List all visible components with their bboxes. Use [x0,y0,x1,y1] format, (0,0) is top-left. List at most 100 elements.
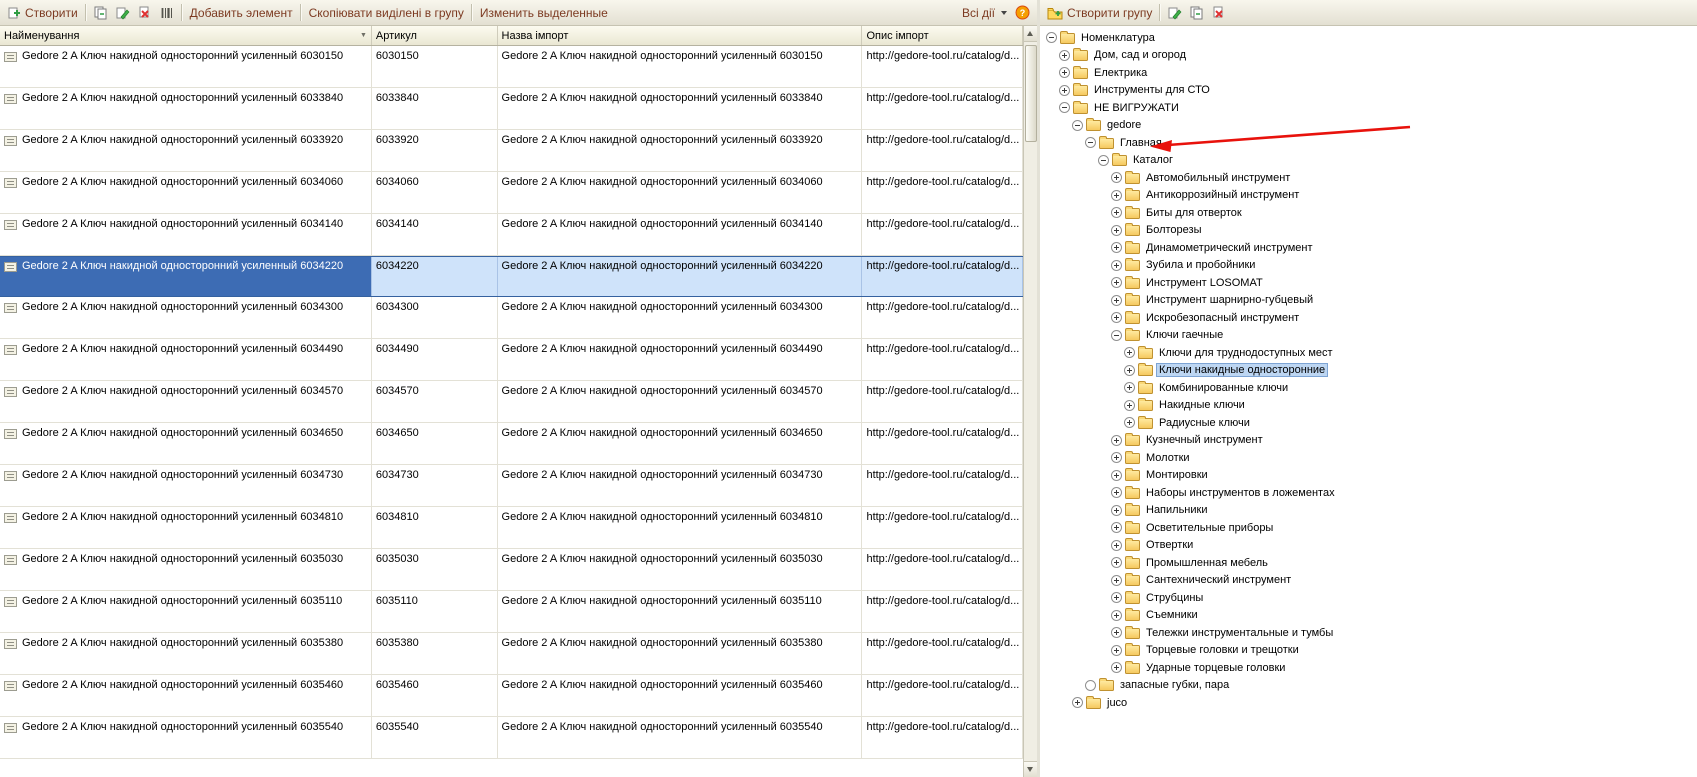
cell-import-desc[interactable]: http://gedore-tool.ru/catalog/d... [862,381,1023,422]
collapse-icon[interactable] [1072,119,1083,131]
cell-import-name[interactable]: Gedore 2 A Ключ накидной односторонний у… [498,46,863,87]
table-row[interactable]: Gedore 2 A Ключ накидной односторонний у… [0,591,1023,633]
edit-group-button[interactable] [1164,4,1186,22]
cell-import-desc[interactable]: http://gedore-tool.ru/catalog/d... [862,633,1023,674]
cell-import-name[interactable]: Gedore 2 A Ключ накидной односторонний у… [498,423,863,464]
expand-icon[interactable] [1111,259,1122,271]
table-row[interactable]: Gedore 2 A Ключ накидной односторонний у… [0,675,1023,717]
table-row[interactable]: Gedore 2 A Ключ накидной односторонний у… [0,130,1023,172]
tree-item[interactable]: Накидные ключи [1040,397,1697,415]
tree-item[interactable]: Инструмент шарнирно-губцевый [1040,292,1697,310]
cell-article[interactable]: 6033920 [372,130,498,171]
expand-icon[interactable] [1111,172,1122,184]
expand-icon[interactable] [1111,487,1122,499]
cell-article[interactable]: 6033840 [372,88,498,129]
tree-item[interactable]: Наборы инструментов в ложементах [1040,484,1697,502]
cell-name[interactable]: Gedore 2 A Ключ накидной односторонний у… [0,507,372,548]
tree-item[interactable]: Ключи гаечные [1040,327,1697,345]
cell-article[interactable]: 6034140 [372,214,498,255]
expand-icon[interactable] [1111,224,1122,236]
cell-import-name[interactable]: Gedore 2 A Ключ накидной односторонний у… [498,717,863,758]
cell-name[interactable]: Gedore 2 A Ключ накидной односторонний у… [0,297,372,338]
collapse-icon[interactable] [1085,137,1096,149]
create-group-button[interactable]: Створити групу [1043,4,1156,22]
cell-import-name[interactable]: Gedore 2 A Ключ накидной односторонний у… [498,675,863,716]
cell-import-desc[interactable]: http://gedore-tool.ru/catalog/d... [862,591,1023,632]
cell-name[interactable]: Gedore 2 A Ключ накидной односторонний у… [0,633,372,674]
tree-item[interactable]: gedore [1040,117,1697,135]
tree-item[interactable]: Динамометрический инструмент [1040,239,1697,257]
tree-item[interactable]: Инструмент LOSOMAT [1040,274,1697,292]
table-row[interactable]: Gedore 2 A Ключ накидной односторонний у… [0,381,1023,423]
cell-import-desc[interactable]: http://gedore-tool.ru/catalog/d... [862,257,1023,296]
tree-item[interactable]: Антикоррозийный инструмент [1040,187,1697,205]
cell-name[interactable]: Gedore 2 A Ключ накидной односторонний у… [0,675,372,716]
tree-item[interactable]: Номенклатура [1040,29,1697,47]
expand-icon[interactable] [1111,539,1122,551]
column-header[interactable]: Артикул [372,26,498,45]
tree-item[interactable]: Промышленная мебель [1040,554,1697,572]
cell-import-desc[interactable]: http://gedore-tool.ru/catalog/d... [862,507,1023,548]
cell-name[interactable]: Gedore 2 A Ключ накидной односторонний у… [0,257,372,296]
collapse-icon[interactable] [1111,329,1122,341]
expand-icon[interactable] [1111,469,1122,481]
delete-group-button[interactable] [1208,4,1230,22]
expand-icon[interactable] [1111,207,1122,219]
tree-item[interactable]: Болторезы [1040,222,1697,240]
delete-button[interactable] [134,4,156,22]
tree-item[interactable]: Молотки [1040,449,1697,467]
cell-import-name[interactable]: Gedore 2 A Ключ накидной односторонний у… [498,130,863,171]
tree-item[interactable]: Инструменты для СТО [1040,82,1697,100]
tree-item[interactable]: Сантехнический инструмент [1040,572,1697,590]
expand-icon[interactable] [1111,312,1122,324]
column-header[interactable]: Найменування ▼ [0,26,372,45]
tree-item[interactable]: Ключи для труднодоступных мест [1040,344,1697,362]
expand-icon[interactable] [1111,434,1122,446]
expand-icon[interactable] [1111,452,1122,464]
expand-icon[interactable] [1111,644,1122,656]
cell-import-name[interactable]: Gedore 2 A Ключ накидной односторонний у… [498,633,863,674]
add-element-button[interactable]: Добавить элемент [186,4,297,22]
cell-name[interactable]: Gedore 2 A Ключ накидной односторонний у… [0,46,372,87]
cell-name[interactable]: Gedore 2 A Ключ накидной односторонний у… [0,214,372,255]
tree-item[interactable]: Дом, сад и огород [1040,47,1697,65]
table-row[interactable]: Gedore 2 A Ключ накидной односторонний у… [0,256,1023,297]
cell-name[interactable]: Gedore 2 A Ключ накидной односторонний у… [0,423,372,464]
copy-group-button[interactable] [1186,4,1208,22]
tree-item[interactable]: Главная [1040,134,1697,152]
table-row[interactable]: Gedore 2 A Ключ накидной односторонний у… [0,717,1023,759]
cell-name[interactable]: Gedore 2 A Ключ накидной односторонний у… [0,717,372,758]
expand-icon[interactable] [1059,67,1070,79]
create-button[interactable]: Створити [3,4,82,22]
tree-item[interactable]: Напильники [1040,502,1697,520]
tree-item[interactable]: Ключи накидные односторонние [1040,362,1697,380]
cell-name[interactable]: Gedore 2 A Ключ накидной односторонний у… [0,549,372,590]
table-row[interactable]: Gedore 2 A Ключ накидной односторонний у… [0,549,1023,591]
cell-name[interactable]: Gedore 2 A Ключ накидной односторонний у… [0,465,372,506]
cell-article[interactable]: 6035540 [372,717,498,758]
collapse-icon[interactable] [1098,154,1109,166]
cell-import-desc[interactable]: http://gedore-tool.ru/catalog/d... [862,339,1023,380]
expand-icon[interactable] [1111,294,1122,306]
tree-item[interactable]: НЕ ВИГРУЖАТИ [1040,99,1697,117]
cell-import-desc[interactable]: http://gedore-tool.ru/catalog/d... [862,297,1023,338]
cell-import-desc[interactable]: http://gedore-tool.ru/catalog/d... [862,549,1023,590]
cell-import-desc[interactable]: http://gedore-tool.ru/catalog/d... [862,88,1023,129]
cell-import-desc[interactable]: http://gedore-tool.ru/catalog/d... [862,130,1023,171]
cell-import-desc[interactable]: http://gedore-tool.ru/catalog/d... [862,465,1023,506]
expand-icon[interactable] [1111,277,1122,289]
expand-icon[interactable] [1111,522,1122,534]
tree-item[interactable]: Осветительные приборы [1040,519,1697,537]
cell-article[interactable]: 6034490 [372,339,498,380]
expand-icon[interactable] [1059,49,1070,61]
cell-name[interactable]: Gedore 2 A Ключ накидной односторонний у… [0,381,372,422]
tree-item[interactable]: Искробезопасный инструмент [1040,309,1697,327]
cell-import-name[interactable]: Gedore 2 A Ключ накидной односторонний у… [498,172,863,213]
table-row[interactable]: Gedore 2 A Ключ накидной односторонний у… [0,339,1023,381]
tree-item[interactable]: Кузнечный инструмент [1040,432,1697,450]
all-actions-button[interactable]: Всі дії [958,4,1011,22]
table-row[interactable]: Gedore 2 A Ключ накидной односторонний у… [0,297,1023,339]
cell-name[interactable]: Gedore 2 A Ключ накидной односторонний у… [0,172,372,213]
table-row[interactable]: Gedore 2 A Ключ накидной односторонний у… [0,507,1023,549]
tree-item[interactable]: juco [1040,694,1697,712]
